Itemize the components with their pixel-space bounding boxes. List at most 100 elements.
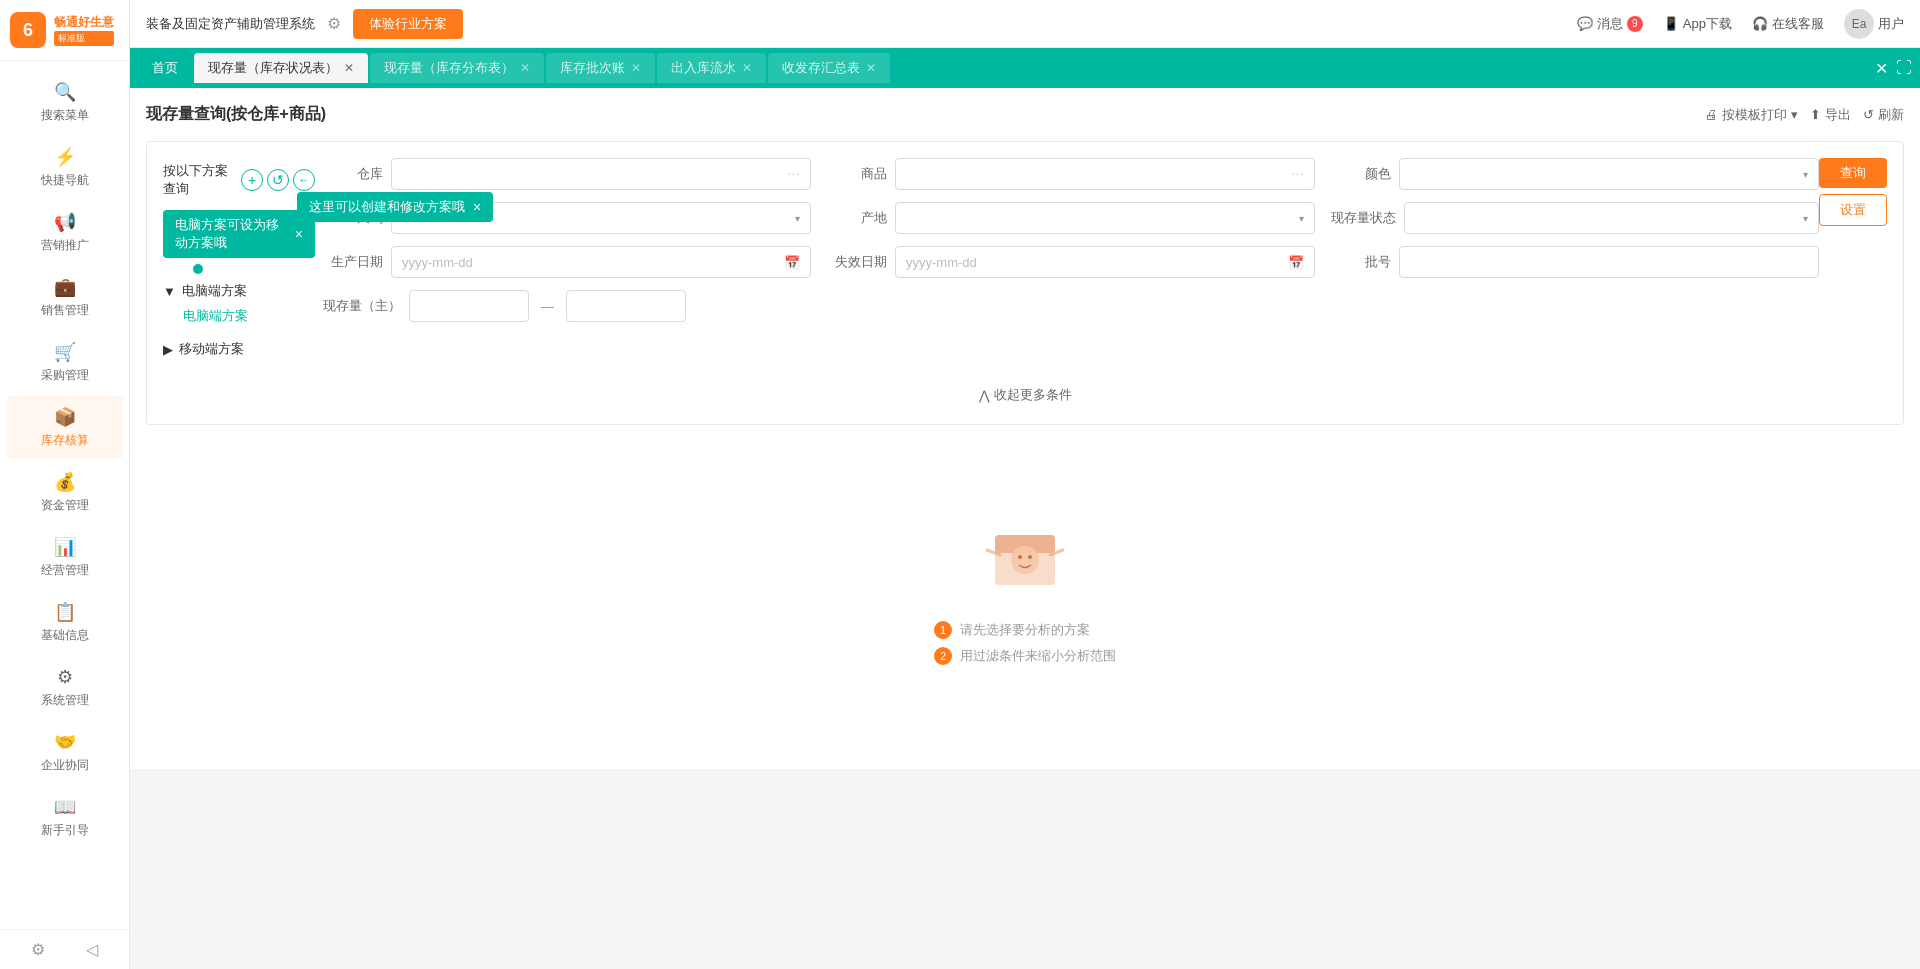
stock-status-select[interactable]: ▾ [1404, 202, 1819, 234]
trial-button[interactable]: 体验行业方案 [353, 9, 463, 39]
back-scheme-btn[interactable]: ← [293, 169, 315, 191]
tab-close-icon[interactable]: ✕ [866, 61, 876, 75]
header-left: 装备及固定资产辅助管理系统 ⚙ 体验行业方案 [146, 9, 463, 39]
edit-tooltip-close[interactable]: × [473, 199, 481, 215]
scheme-tooltip-close[interactable]: × [295, 226, 303, 242]
empty-tips: 1 请先选择要分析的方案 2 用过滤条件来缩小分析范围 [934, 621, 1116, 673]
export-action[interactable]: ⬆ 导出 [1810, 106, 1851, 124]
print-action[interactable]: 🖨 按模板打印 ▾ [1705, 106, 1798, 124]
header-right: 💬 消息 9 📱 App下载 🎧 在线客服 Ea 用户 [1577, 9, 1904, 39]
sidebar: 6 畅通好生意 标准版 🔍 搜索菜单 ⚡ 快捷导航 📢 营销推广 💼 销售管理 … [0, 0, 130, 969]
filter-row-1: 仓库 ··· 商品 ··· [323, 158, 1819, 190]
tab-close-icon[interactable]: ✕ [344, 61, 354, 75]
reset-button[interactable]: 设置 [1819, 194, 1887, 226]
tab-summary[interactable]: 收发存汇总表 ✕ [768, 53, 890, 83]
message-action[interactable]: 💬 消息 9 [1577, 15, 1643, 33]
sidebar-item-management[interactable]: 📊 经营管理 [6, 526, 123, 589]
user-action[interactable]: Ea 用户 [1844, 9, 1904, 39]
color-label: 颜色 [1331, 165, 1391, 183]
collapse-label: 收起更多条件 [994, 386, 1072, 404]
sidebar-item-basicinfo[interactable]: 📋 基础信息 [6, 591, 123, 654]
stock-status-select-arrow: ▾ [1803, 213, 1808, 224]
tab-inventory-dist[interactable]: 现存量（库存分布表） ✕ [370, 53, 544, 83]
arrow-right-icon: ▶ [163, 342, 173, 357]
sales-icon: 💼 [54, 276, 76, 298]
tab-close-icon[interactable]: ✕ [742, 61, 752, 75]
scheme-item-pc[interactable]: 电脑端方案 [163, 304, 315, 328]
tab-close-icon[interactable]: ✕ [520, 61, 530, 75]
expiry-date-input[interactable]: yyyy-mm-dd 📅 [895, 246, 1315, 278]
management-icon: 📊 [54, 536, 76, 558]
collapse-bar[interactable]: ⋀ 收起更多条件 [163, 378, 1887, 412]
product-dots[interactable]: ··· [1291, 165, 1304, 183]
range-separator: — [537, 299, 558, 314]
warehouse-input[interactable]: ··· [391, 158, 811, 190]
sidebar-item-search[interactable]: 🔍 搜索菜单 [6, 71, 123, 134]
tab-home[interactable]: 首页 [138, 53, 192, 83]
top-header: 装备及固定资产辅助管理系统 ⚙ 体验行业方案 💬 消息 9 📱 App下载 🎧 … [130, 0, 1920, 48]
tab-inventory-status[interactable]: 现存量（库存状况表） ✕ [194, 53, 368, 83]
refresh-scheme-btn[interactable]: ↺ [267, 169, 289, 191]
filter-section: 按以下方案查询 + ↺ ← 电脑方案可设为移动方案哦 × [146, 141, 1904, 425]
sidebar-item-collab[interactable]: 🤝 企业协同 [6, 721, 123, 784]
expand-tab-icon[interactable]: ⛶ [1896, 59, 1912, 77]
prod-date-input[interactable]: yyyy-mm-dd 📅 [391, 246, 811, 278]
sidebar-item-inventory[interactable]: 📦 库存核算 [6, 396, 123, 459]
stock-status-field: 现存量状态 ▾ [1331, 202, 1819, 234]
svg-point-4 [1028, 555, 1032, 559]
sidebar-item-sales[interactable]: 💼 销售管理 [6, 266, 123, 329]
sidebar-item-purchase[interactable]: 🛒 采购管理 [6, 331, 123, 394]
edit-tooltip: 这里可以创建和修改方案哦 × [297, 192, 493, 222]
tab-close-icon[interactable]: ✕ [631, 61, 641, 75]
header-settings-icon[interactable]: ⚙ [327, 14, 341, 33]
avatar: Ea [1844, 9, 1874, 39]
tip-num-2: 2 [934, 647, 952, 665]
color-select[interactable]: ▾ [1399, 158, 1819, 190]
sidebar-collapse-btn[interactable]: ◁ [86, 940, 98, 959]
finance-icon: 💰 [54, 471, 76, 493]
stock-qty-max-input[interactable] [566, 290, 686, 322]
phone-icon: 📱 [1663, 16, 1679, 31]
sidebar-settings-btn[interactable]: ⚙ [31, 940, 45, 959]
marketing-icon: 📢 [54, 211, 76, 233]
tab-inout-flow[interactable]: 出入库流水 ✕ [657, 53, 766, 83]
collapse-up-icon: ⋀ [979, 388, 990, 403]
stock-qty-min-input[interactable] [409, 290, 529, 322]
product-input[interactable]: ··· [895, 158, 1315, 190]
sidebar-item-settings[interactable]: ⚙ 系统管理 [6, 656, 123, 719]
refresh-action[interactable]: ↺ 刷新 [1863, 106, 1904, 124]
scheme-panel: 按以下方案查询 + ↺ ← 电脑方案可设为移动方案哦 × [163, 154, 323, 378]
batch-input[interactable] [1399, 246, 1819, 278]
origin-label: 产地 [827, 209, 887, 227]
scheme-group-mobile-header[interactable]: ▶ 移动端方案 [163, 336, 315, 362]
online-support-action[interactable]: 🎧 在线客服 [1752, 15, 1824, 33]
search-button[interactable]: 查询 [1819, 158, 1887, 188]
add-scheme-btn[interactable]: + [241, 169, 263, 191]
sidebar-item-quicknav[interactable]: ⚡ 快捷导航 [6, 136, 123, 199]
app-download-action[interactable]: 📱 App下载 [1663, 15, 1732, 33]
filter-row-4: 现存量（主） — [323, 290, 1819, 322]
tab-batch-account[interactable]: 库存批次账 ✕ [546, 53, 655, 83]
sidebar-item-finance[interactable]: 💰 资金管理 [6, 461, 123, 524]
warehouse-dots[interactable]: ··· [787, 165, 800, 183]
refresh-icon: ↺ [1863, 107, 1874, 122]
sidebar-item-guide[interactable]: 📖 新手引导 [6, 786, 123, 849]
close-all-tab-icon[interactable]: ✕ [1875, 59, 1888, 78]
logo-icon: 6 [10, 12, 46, 48]
scheme-group-mobile: ▶ 移动端方案 [163, 336, 315, 362]
purchase-icon: 🛒 [54, 341, 76, 363]
logo-text: 畅通好生意 标准版 [54, 14, 114, 46]
print-dropdown-icon: ▾ [1791, 107, 1798, 122]
scheme-group-pc-header[interactable]: ▼ 电脑端方案 [163, 278, 315, 304]
sidebar-item-marketing[interactable]: 📢 营销推广 [6, 201, 123, 264]
color-select-arrow: ▾ [1803, 169, 1808, 180]
tabs-right-controls: ✕ ⛶ [1875, 59, 1912, 78]
size-select-arrow: ▾ [795, 213, 800, 224]
origin-select[interactable]: ▾ [895, 202, 1315, 234]
empty-tip-2: 2 用过滤条件来缩小分析范围 [934, 647, 1116, 665]
empty-state: 1 请先选择要分析的方案 2 用过滤条件来缩小分析范围 [146, 425, 1904, 753]
empty-tip-1: 1 请先选择要分析的方案 [934, 621, 1116, 639]
origin-field: 产地 ▾ [827, 202, 1315, 234]
warehouse-label: 仓库 [323, 165, 383, 183]
color-field: 颜色 ▾ [1331, 158, 1819, 190]
